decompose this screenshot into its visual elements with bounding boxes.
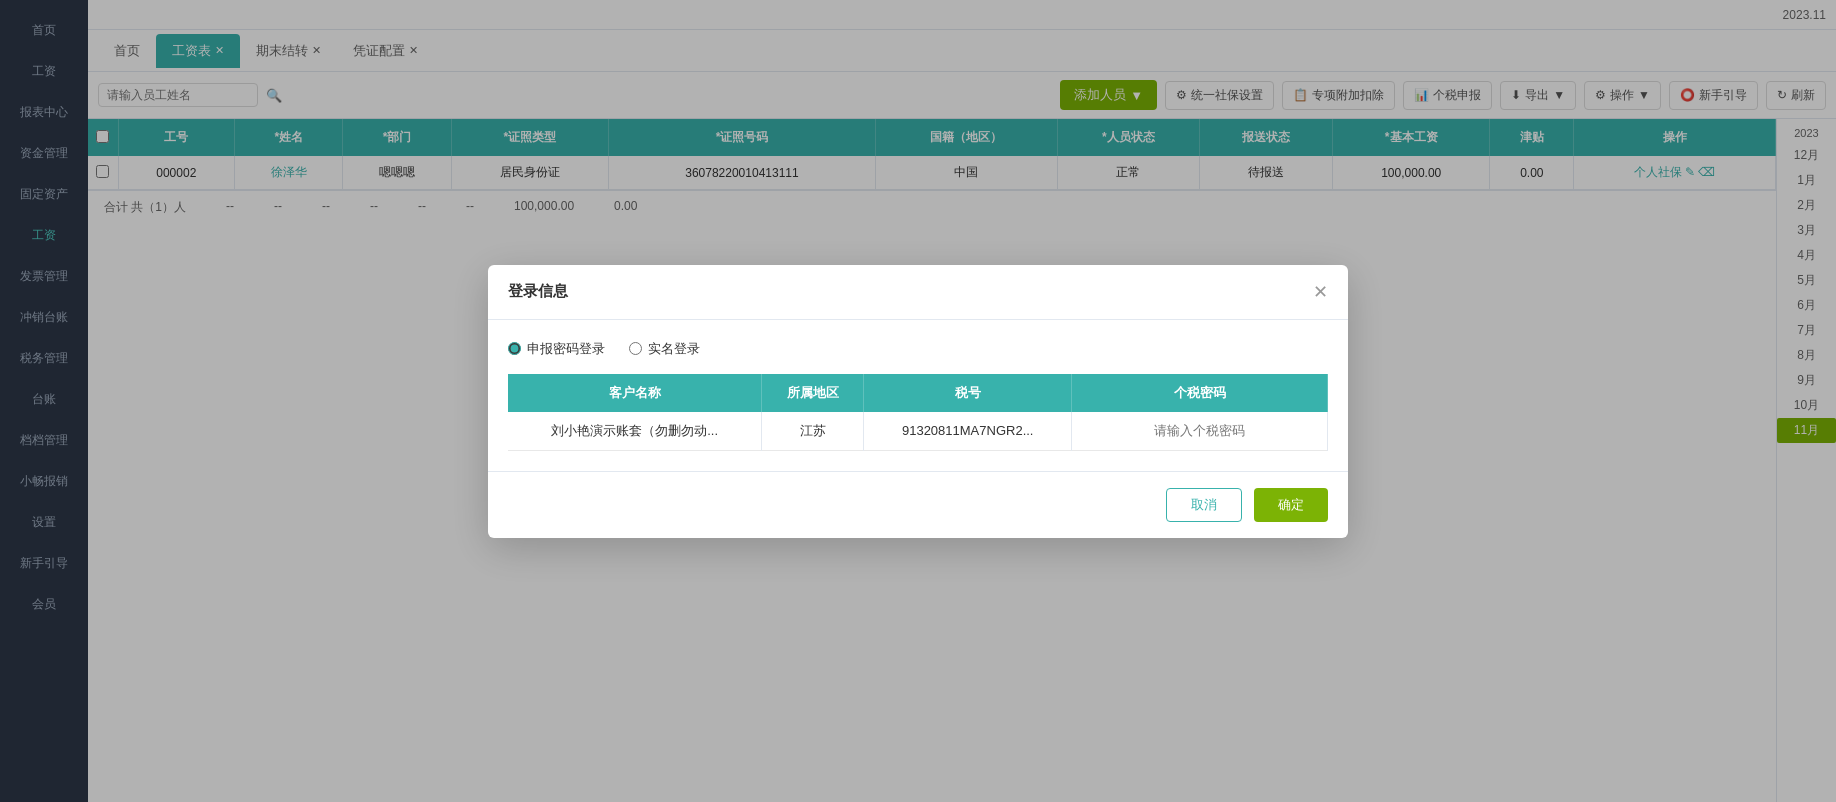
modal-overlay: 登录信息 ✕ 申报密码登录 实名登录 [0,0,1836,802]
radio-realname-login[interactable]: 实名登录 [629,340,700,358]
dialog-row-password-cell[interactable] [1072,412,1328,451]
dialog-row-region: 江苏 [762,412,864,451]
radio-password-input[interactable] [508,342,521,355]
radio-password-login[interactable]: 申报密码登录 [508,340,605,358]
dialog-close-button[interactable]: ✕ [1313,281,1328,303]
dialog-row-taxno: 91320811MA7NGR2... [864,412,1072,451]
dialog-title: 登录信息 [508,282,568,301]
login-dialog: 登录信息 ✕ 申报密码登录 实名登录 [488,265,1348,538]
dialog-body: 申报密码登录 实名登录 客户名称 所属地区 税号 个税密码 [488,320,1348,471]
dialog-col-region: 所属地区 [762,374,864,412]
confirm-button[interactable]: 确定 [1254,488,1328,522]
dialog-footer: 取消 确定 [488,471,1348,538]
radio-realname-input[interactable] [629,342,642,355]
dialog-col-taxno: 税号 [864,374,1072,412]
radio-password-label: 申报密码登录 [527,340,605,358]
cancel-button[interactable]: 取消 [1166,488,1242,522]
dialog-table: 客户名称 所属地区 税号 个税密码 刘小艳演示账套（勿删勿动... 江苏 913… [508,374,1328,451]
tax-password-input[interactable] [1084,423,1315,438]
dialog-col-password: 个税密码 [1072,374,1328,412]
dialog-row-name: 刘小艳演示账套（勿删勿动... [508,412,762,451]
dialog-table-row: 刘小艳演示账套（勿删勿动... 江苏 91320811MA7NGR2... [508,412,1328,451]
login-type-radio-group: 申报密码登录 实名登录 [508,340,1328,358]
dialog-header: 登录信息 ✕ [488,265,1348,320]
radio-realname-label: 实名登录 [648,340,700,358]
dialog-col-name: 客户名称 [508,374,762,412]
